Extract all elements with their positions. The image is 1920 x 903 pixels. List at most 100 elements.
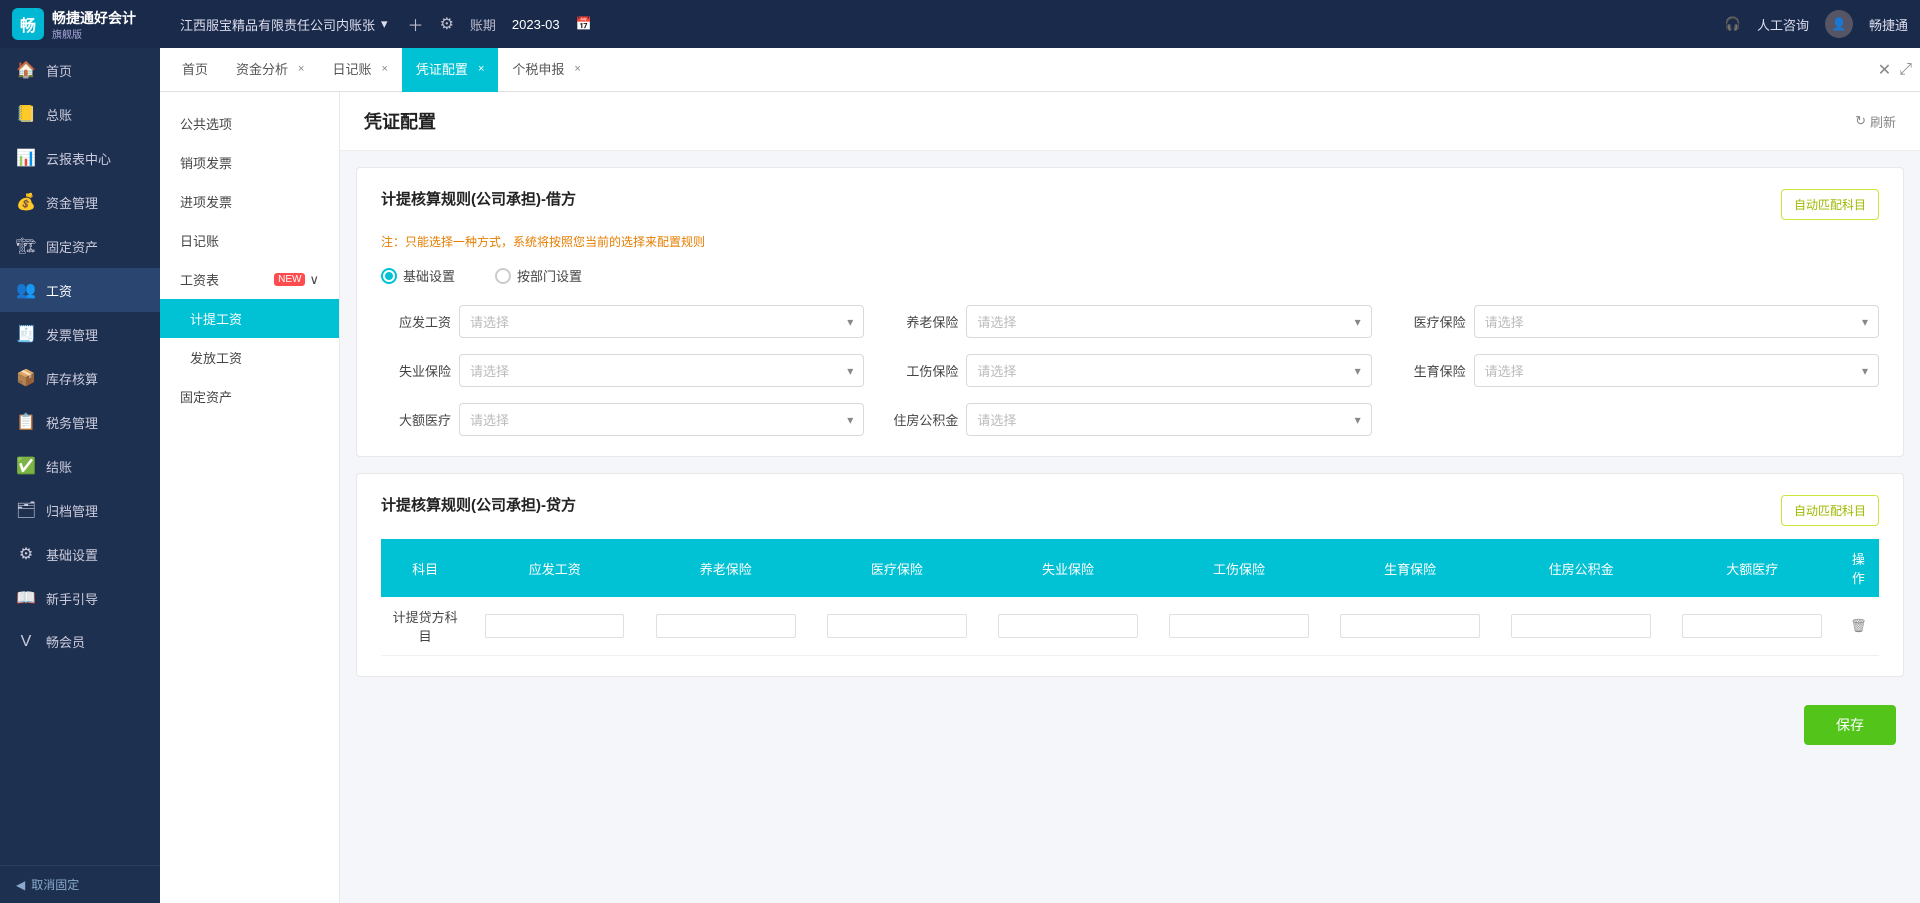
calendar-icon[interactable]: 📅 (576, 16, 592, 32)
sidebar-item-assets[interactable]: 🏗 固定资产 (0, 224, 160, 268)
user-name: 畅捷通 (1869, 15, 1908, 34)
label-gongshang: 工伤保险 (888, 361, 958, 380)
input-daeyiliao[interactable] (1682, 614, 1822, 638)
input-yiliao[interactable] (827, 614, 967, 638)
debit-section-header: 计提核算规则(公司承担)-借方 自动匹配科目 (381, 188, 1879, 221)
sidebar-label-inventory: 库存核算 (46, 369, 98, 388)
chevron-shiye: ▾ (847, 364, 853, 378)
sidebar-label-assets: 固定资产 (46, 237, 98, 256)
delete-icon[interactable]: 🗑 (1850, 618, 1867, 633)
credit-auto-match-button[interactable]: 自动匹配科目 (1781, 495, 1879, 526)
sidebar-label-home: 首页 (46, 61, 72, 80)
sidebar-item-funds[interactable]: 💰 资金管理 (0, 180, 160, 224)
select-gongshang[interactable]: 请选择 ▾ (966, 354, 1371, 387)
th-shiye: 失业保险 (982, 539, 1153, 597)
sidebar-item-checkout[interactable]: ✅ 结账 (0, 444, 160, 488)
td-yiliao[interactable] (811, 597, 982, 656)
left-nav-purchase-invoice[interactable]: 进项发票 (160, 182, 339, 221)
td-action: 🗑 (1838, 597, 1879, 656)
chevron-yingfa: ▾ (847, 315, 853, 329)
page-content: 公共选项 销项发票 进项发票 日记账 工资表 NEW ∨ (160, 92, 1920, 903)
tab-journal[interactable]: 日记账 × (318, 48, 401, 92)
input-gongshang[interactable] (1169, 614, 1309, 638)
td-gongshang[interactable] (1153, 597, 1324, 656)
top-bar-mid: ＋ ⚙ 账期 2023-03 📅 (408, 12, 592, 36)
home-icon: 🏠 (16, 60, 36, 80)
input-shiye[interactable] (998, 614, 1138, 638)
input-yingfa[interactable] (485, 614, 625, 638)
tab-funds-close[interactable]: × (298, 63, 304, 75)
left-nav-salary-table[interactable]: 工资表 NEW ∨ (160, 260, 339, 299)
left-nav-calc-salary[interactable]: 计提工资 (160, 299, 339, 338)
sidebar-item-invoice[interactable]: 🧾 发票管理 (0, 312, 160, 356)
sidebar-item-inventory[interactable]: 📦 库存核算 (0, 356, 160, 400)
sidebar-item-home[interactable]: 🏠 首页 (0, 48, 160, 92)
company-selector[interactable]: 江西服宝精品有限责任公司内账张 ▾ (180, 15, 388, 34)
radio-basic[interactable]: 基础设置 (381, 266, 455, 285)
select-yiliao[interactable]: 请选择 ▾ (1474, 305, 1879, 338)
left-nav-public[interactable]: 公共选项 (160, 104, 339, 143)
input-shengyu[interactable] (1340, 614, 1480, 638)
tab-funds[interactable]: 资金分析 × (222, 48, 318, 92)
form-item-gjj: 住房公积金 请选择 ▾ (888, 403, 1371, 436)
left-nav-pay-salary[interactable]: 发放工资 (160, 338, 339, 377)
sidebar-item-reports[interactable]: 📊 云报表中心 (0, 136, 160, 180)
sidebar-item-guide[interactable]: 📖 新手引导 (0, 576, 160, 620)
select-yanglao-placeholder: 请选择 (977, 312, 1016, 331)
chevron-shengyu: ▾ (1862, 364, 1868, 378)
label-shiye: 失业保险 (381, 361, 451, 380)
tab-journal-close[interactable]: × (381, 63, 387, 75)
cancel-pin-button[interactable]: ◀ 取消固定 (0, 865, 160, 903)
refresh-button[interactable]: ↻ 刷新 (1855, 112, 1896, 131)
sidebar-item-ledger[interactable]: 📒 总账 (0, 92, 160, 136)
sidebar-label-invoice: 发票管理 (46, 325, 98, 344)
chevron-down-icon: ∨ (309, 272, 319, 288)
chevron-yanglao: ▾ (1355, 315, 1361, 329)
input-gjj[interactable] (1511, 614, 1651, 638)
tab-tax-close[interactable]: × (574, 63, 580, 75)
sidebar-item-tax[interactable]: 📋 税务管理 (0, 400, 160, 444)
pin-icon: ◀ (16, 878, 25, 892)
td-yanglao[interactable] (640, 597, 811, 656)
add-icon[interactable]: ＋ (408, 12, 424, 36)
close-window-icon[interactable]: ✕ (1878, 60, 1891, 80)
left-nav-fixed-assets[interactable]: 固定资产 (160, 377, 339, 416)
select-daeyiliao[interactable]: 请选择 ▾ (459, 403, 864, 436)
left-nav-sales-invoice[interactable]: 销项发票 (160, 143, 339, 182)
new-badge: NEW (274, 273, 305, 286)
tab-home[interactable]: 首页 (168, 48, 222, 92)
tab-voucher-close[interactable]: × (478, 63, 484, 75)
debit-auto-match-button[interactable]: 自动匹配科目 (1781, 189, 1879, 220)
tab-voucher[interactable]: 凭证配置 × (402, 48, 498, 92)
sidebar-item-member[interactable]: V 畅会员 (0, 620, 160, 663)
td-row-label: 计提贷方科目 (381, 597, 469, 656)
input-yanglao[interactable] (656, 614, 796, 638)
chevron-yiliao: ▾ (1862, 315, 1868, 329)
select-gjj[interactable]: 请选择 ▾ (966, 403, 1371, 436)
select-yingfa[interactable]: 请选择 ▾ (459, 305, 864, 338)
td-yingfa[interactable] (469, 597, 640, 656)
td-gjj[interactable] (1496, 597, 1667, 656)
chevron-gjj: ▾ (1355, 413, 1361, 427)
sidebar-item-salary[interactable]: 👥 工资 (0, 268, 160, 312)
select-shengyu[interactable]: 请选择 ▾ (1474, 354, 1879, 387)
tab-tax[interactable]: 个税申报 × (498, 48, 594, 92)
guide-icon: 📖 (16, 588, 36, 608)
sidebar-item-settings[interactable]: ⚙ 基础设置 (0, 532, 160, 576)
radio-dept[interactable]: 按部门设置 (495, 266, 582, 285)
left-nav-journal[interactable]: 日记账 (160, 221, 339, 260)
td-shiye[interactable] (982, 597, 1153, 656)
save-button[interactable]: 保存 (1804, 705, 1896, 745)
sidebar-item-archive[interactable]: 🗂 归档管理 (0, 488, 160, 532)
left-nav-purchase-invoice-label: 进项发票 (180, 195, 232, 210)
table-row: 计提贷方科目 🗑 (381, 597, 1879, 656)
td-shengyu[interactable] (1325, 597, 1496, 656)
td-daeyiliao[interactable] (1667, 597, 1838, 656)
select-yanglao[interactable]: 请选择 ▾ (966, 305, 1371, 338)
settings-icon[interactable]: ⚙ (440, 14, 454, 34)
select-shiye[interactable]: 请选择 ▾ (459, 354, 864, 387)
service-label[interactable]: 人工咨询 (1757, 15, 1809, 34)
period-value[interactable]: 2023-03 (512, 17, 560, 32)
label-yingfa: 应发工资 (381, 312, 451, 331)
expand-icon[interactable]: ⤢ (1899, 61, 1912, 79)
